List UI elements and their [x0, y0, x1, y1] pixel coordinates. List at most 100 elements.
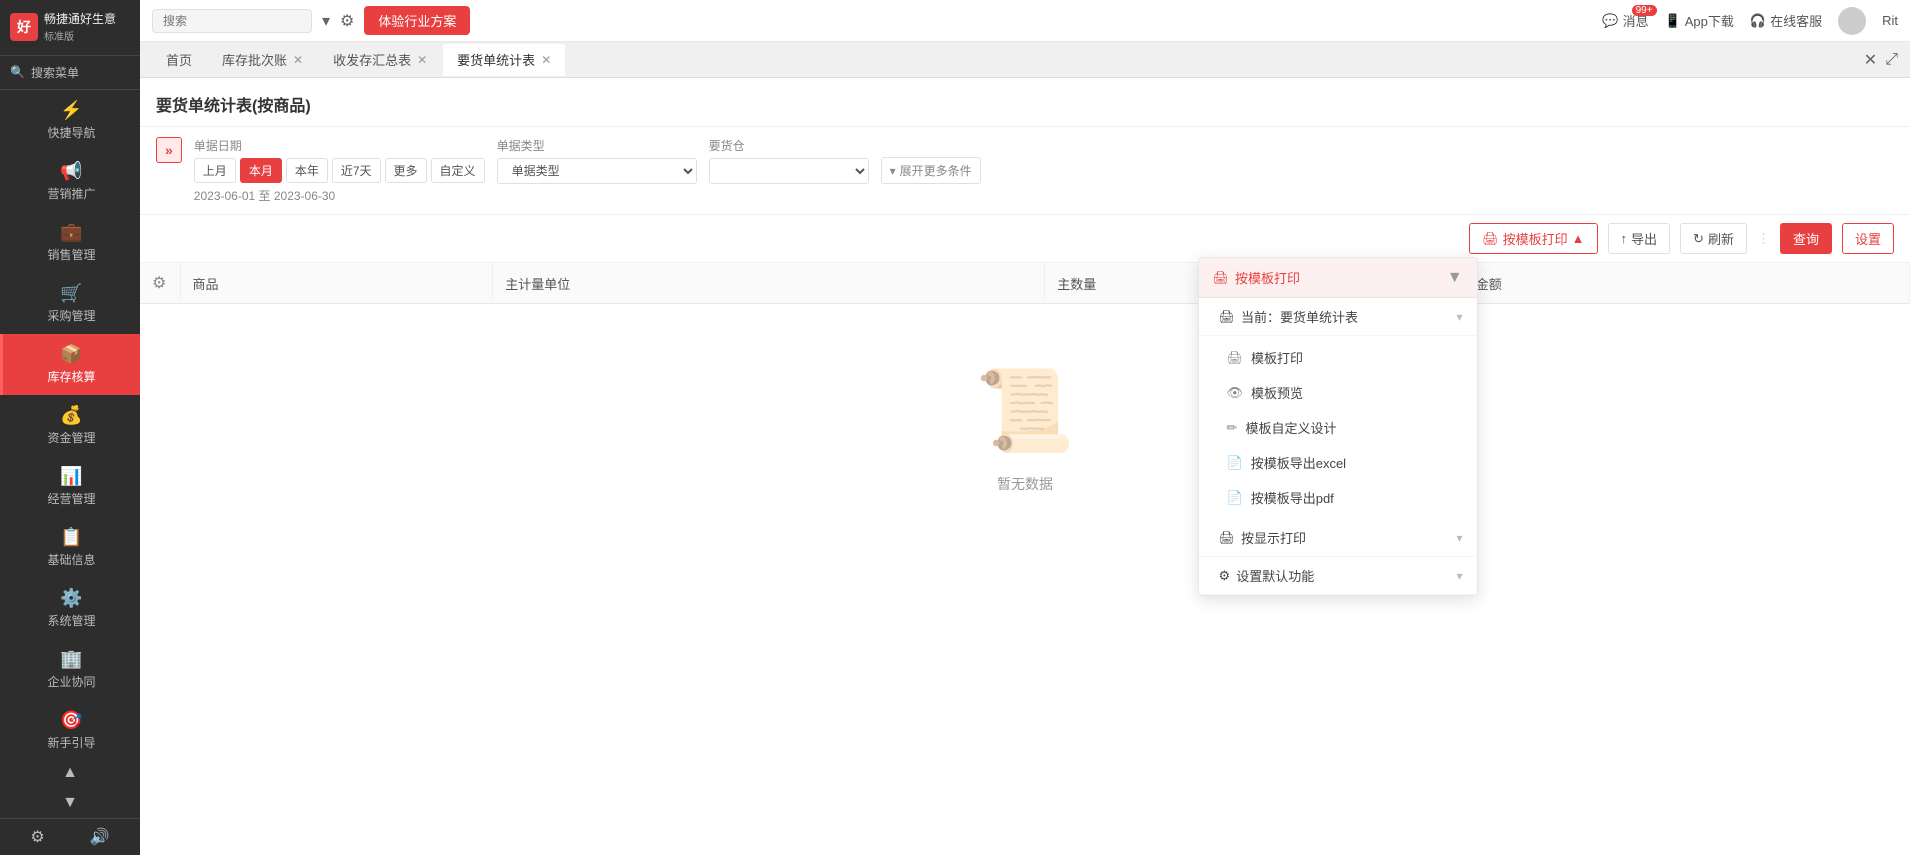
tab-batch-accounts[interactable]: 库存批次账✕: [208, 44, 317, 76]
sidebar-icon-guide: 🎯: [60, 710, 82, 731]
tab-close-batch-accounts[interactable]: ✕: [293, 53, 303, 67]
sidebar-item-guide[interactable]: 🎯新手引导: [0, 700, 140, 758]
empty-state: 📜 暂无数据: [140, 304, 1910, 554]
print-template-btn[interactable]: 🖨 按模板打印 ▲: [1469, 223, 1597, 254]
sidebar-item-sales[interactable]: 💼销售管理: [0, 212, 140, 273]
sidebar-icon-operations: 📊: [60, 466, 82, 487]
dropdown-display-print-section: 🖨 按显示打印 ▾: [1199, 519, 1477, 557]
dropdown-item-label-template-export-excel: 按模板导出excel: [1251, 453, 1346, 472]
goods-select[interactable]: [709, 158, 869, 184]
window-buttons: ✕ ⤢: [1864, 50, 1898, 70]
sidebar-item-finance[interactable]: 💰资金管理: [0, 395, 140, 456]
dropdown-item-template-export-excel[interactable]: 📄 按模板导出excel: [1199, 445, 1477, 480]
tab-order-stats[interactable]: 要货单统计表✕: [443, 44, 565, 76]
sidebar-scroll-down[interactable]: ▼: [0, 788, 140, 818]
tab-close-receipt-summary[interactable]: ✕: [417, 53, 427, 67]
close-window-btn[interactable]: ✕: [1864, 50, 1877, 70]
tab-receipt-summary[interactable]: 收发存汇总表 ✕: [319, 44, 441, 76]
query-btn[interactable]: 查询: [1780, 223, 1832, 254]
sidebar-label-finance: 资金管理: [47, 429, 95, 446]
sidebar-scroll-up[interactable]: ▲: [0, 758, 140, 788]
tab-label-receipt-summary: 收发存汇总表: [333, 50, 411, 69]
app-download-btn[interactable]: 📱 App下载: [1665, 11, 1734, 30]
dropdown-items-section: 🖨模板打印👁模板预览✏模板自定义设计 📄 按模板导出excel 📄按模板导出pdf: [1199, 336, 1477, 519]
date-btn-自定义[interactable]: 自定义: [431, 158, 485, 183]
service-icon: 🎧: [1750, 13, 1766, 29]
dropdown-item-template-preview[interactable]: 👁模板预览: [1199, 375, 1477, 410]
sidebar-item-system[interactable]: ⚙️系统管理: [0, 578, 140, 639]
app-download-label: App下载: [1685, 11, 1734, 30]
expand-filter-btn[interactable]: ▾ 展开更多条件: [881, 157, 981, 184]
trial-button[interactable]: 体验行业方案: [364, 6, 470, 35]
export-btn[interactable]: ↑ 导出: [1608, 223, 1671, 254]
current-template-icon: 🖨: [1219, 309, 1236, 325]
table-header: ⚙ 商品 主计量单位 主数量 零售金额: [140, 263, 1910, 304]
sidebar-item-basic-info[interactable]: 📋 基础信息: [0, 517, 140, 578]
topbar-settings-icon[interactable]: ⚙: [340, 11, 354, 31]
sidebar-item-marketing[interactable]: 📢营销推广: [0, 151, 140, 212]
sidebar-item-inventory[interactable]: 📦库存核算: [0, 334, 140, 395]
topbar-search-input[interactable]: [152, 9, 312, 33]
date-btn-上月[interactable]: 上月: [194, 158, 236, 183]
sidebar-label-basic-info: 基础信息: [47, 551, 95, 568]
sidebar-item-enterprise[interactable]: 🏢企业协同: [0, 639, 140, 700]
table-settings-icon[interactable]: ⚙: [152, 275, 166, 292]
username-label: Rit: [1882, 13, 1898, 28]
settings-btn[interactable]: 设置: [1842, 223, 1894, 254]
sidebar-icon-basic-info: 📋: [60, 527, 82, 548]
dropdown-current-section: 🖨 当前：要货单统计表 ▾: [1199, 298, 1477, 336]
app-logo-icon: 好: [10, 13, 38, 41]
online-service-btn[interactable]: 🎧 在线客服: [1750, 11, 1822, 30]
tab-home[interactable]: 首页: [152, 44, 206, 76]
tab-close-order-stats[interactable]: ✕: [541, 53, 551, 67]
current-arrow-icon: ▾: [1457, 310, 1463, 324]
table-container: ⚙ 商品 主计量单位 主数量 零售金额: [140, 263, 1910, 304]
sidebar-label-operations: 经营管理: [47, 490, 95, 507]
dropdown-item-template-print[interactable]: 🖨模板打印: [1199, 340, 1477, 375]
download-icon: 📱: [1665, 13, 1681, 29]
messages-btn[interactable]: 💬 消息 99+: [1602, 11, 1648, 30]
date-btn-近7天[interactable]: 近7天: [332, 158, 381, 183]
page: 要货单统计表(按商品) » 单据日期 上月本月本年近7天更多自定义 2023-0…: [140, 78, 1910, 855]
default-arrow: ▾: [1457, 569, 1463, 583]
topbar-dropdown-icon[interactable]: ▾: [322, 11, 330, 31]
expand-icon: ▾: [890, 164, 896, 178]
type-filter-group: 单据类型 单据类型: [497, 137, 697, 184]
sidebar-item-purchase[interactable]: 🛒采购管理: [0, 273, 140, 334]
sidebar-item-operations[interactable]: 📊 经营管理: [0, 456, 140, 517]
date-btn-本年[interactable]: 本年: [286, 158, 328, 183]
filter-toggle-btn[interactable]: »: [156, 137, 182, 163]
dropdown-print-icon: 🖨: [1213, 270, 1230, 286]
dropdown-item-template-export-pdf[interactable]: 📄按模板导出pdf: [1199, 480, 1477, 515]
sidebar-search-label: 搜索菜单: [31, 64, 79, 81]
message-icon: 💬: [1602, 13, 1618, 29]
print-icon: 🖨: [1482, 231, 1499, 247]
topbar-right: 💬 消息 99+ 📱 App下载 🎧 在线客服 Rit: [1602, 7, 1898, 35]
dropdown-close-btn[interactable]: ▼: [1447, 269, 1463, 287]
export-icon: ↑: [1621, 231, 1628, 246]
dropdown-title: 🖨 按模板打印: [1213, 268, 1301, 287]
app-logo-text: 畅捷通好生意 标准版: [44, 12, 116, 43]
dropdown-item-icon-template-export-excel: 📄: [1227, 455, 1243, 471]
dropdown-current-item[interactable]: 🖨 当前：要货单统计表 ▾: [1199, 298, 1477, 335]
dropdown-item-template-design[interactable]: ✏模板自定义设计: [1199, 410, 1477, 445]
toolbar-divider: ⋮: [1757, 231, 1770, 247]
dropdown-item-label-template-export-pdf: 按模板导出pdf: [1251, 488, 1334, 507]
sidebar-item-quick-nav[interactable]: ⚡快捷导航: [0, 90, 140, 151]
dropdown-item-icon-template-print: 🖨: [1227, 350, 1244, 366]
user-avatar[interactable]: [1838, 7, 1866, 35]
sidebar-audio-btn[interactable]: 🔊: [90, 827, 110, 847]
sidebar-label-inventory: 库存核算: [47, 368, 95, 385]
sidebar-search[interactable]: 🔍 搜索菜单: [0, 56, 140, 90]
sidebar-footer: ⚙ 🔊: [0, 818, 140, 855]
messages-badge: 99+: [1632, 5, 1657, 16]
display-print-item[interactable]: 🖨 按显示打印 ▾: [1199, 519, 1477, 556]
type-select[interactable]: 单据类型: [497, 158, 697, 184]
avatar-img: [1838, 7, 1866, 35]
refresh-btn[interactable]: ↻ 刷新: [1680, 223, 1747, 254]
sidebar-settings-btn[interactable]: ⚙: [30, 827, 44, 847]
date-btn-本月[interactable]: 本月: [240, 158, 282, 183]
default-function-item[interactable]: ⚙ 设置默认功能 ▾: [1199, 557, 1477, 594]
date-btn-更多[interactable]: 更多: [385, 158, 427, 183]
expand-window-btn[interactable]: ⤢: [1885, 51, 1898, 69]
